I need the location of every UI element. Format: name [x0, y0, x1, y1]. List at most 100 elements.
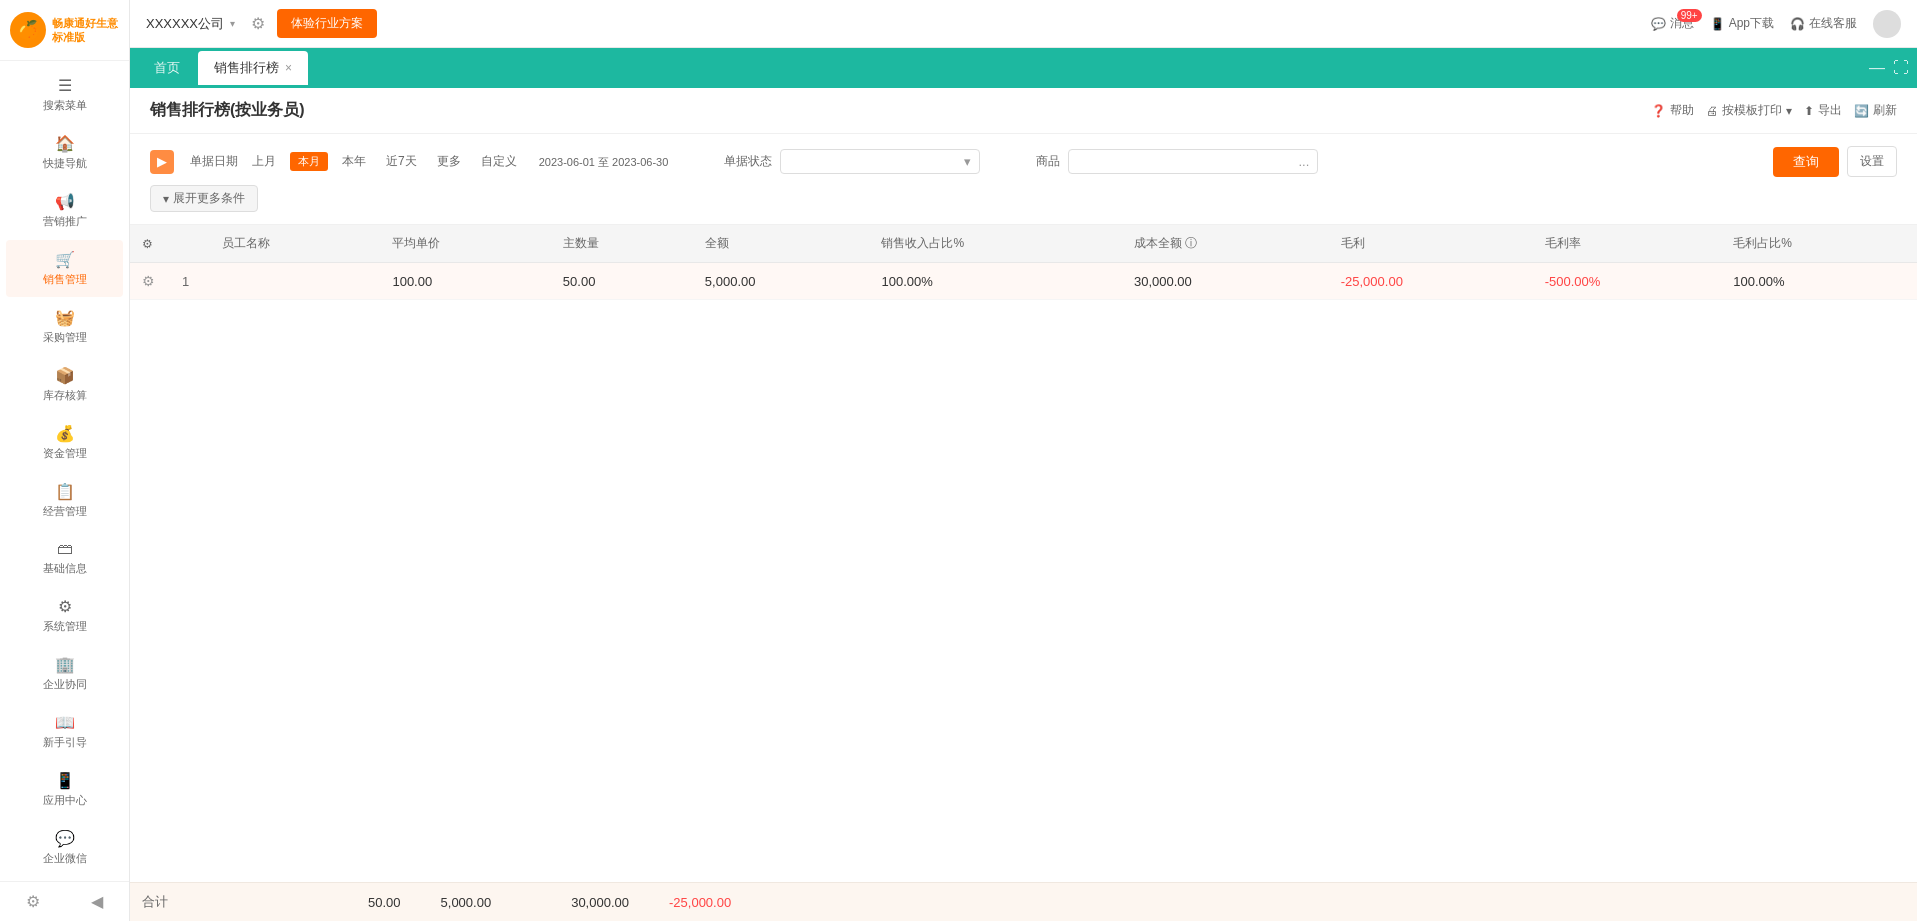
- tab-close-icon[interactable]: ×: [285, 61, 292, 75]
- table-header-row: ⚙ 员工名称 平均单价 主数量 全额 销售收入占比% 成本全额 ⓘ 毛利 毛利率…: [130, 225, 1917, 263]
- date-more[interactable]: 更多: [431, 151, 467, 172]
- content-area: 销售排行榜(按业务员) ❓ 帮助 🖨 按模板打印 ▾ ⬆ 导出 🔄 刷新: [130, 88, 1917, 921]
- date-last7[interactable]: 近7天: [380, 151, 423, 172]
- sidebar-label-operations: 经营管理: [43, 504, 87, 519]
- apps-icon: 📱: [55, 771, 75, 790]
- sidebar-item-marketing[interactable]: 📢 营销推广: [6, 182, 123, 239]
- trial-button[interactable]: 体验行业方案: [277, 9, 377, 38]
- col-name: 员工名称: [210, 225, 380, 263]
- expand-label: 展开更多条件: [173, 190, 245, 207]
- help-button[interactable]: ❓ 帮助: [1651, 102, 1694, 119]
- sidebar-item-apps[interactable]: 📱 应用中心: [6, 761, 123, 818]
- sidebar-item-system[interactable]: ⚙系统管理: [6, 587, 123, 644]
- row-rank: 1: [170, 263, 210, 300]
- col-total: 全额: [693, 225, 870, 263]
- company-selector[interactable]: XXXXXX公司 ▾: [146, 15, 235, 33]
- online-support-label: 在线客服: [1809, 15, 1857, 32]
- goods-input[interactable]: ...: [1068, 149, 1318, 174]
- tab-maximize-icon[interactable]: ⛶: [1893, 59, 1909, 77]
- expand-more-button[interactable]: ▾ 展开更多条件: [150, 185, 258, 212]
- sidebar-item-guide[interactable]: 📖新手引导: [6, 703, 123, 760]
- date-this-year[interactable]: 本年: [336, 151, 372, 172]
- table-footer: 合计 50.00 5,000.00 30,000.00 -25,000.00: [130, 882, 1917, 921]
- col-sales-pct: 销售收入占比%: [869, 225, 1122, 263]
- sidebar-label-guide: 新手引导: [43, 735, 87, 750]
- row-settings-icon[interactable]: ⚙: [142, 273, 155, 289]
- date-last-month[interactable]: 上月: [246, 151, 282, 172]
- tab-sales-ranking[interactable]: 销售排行榜 ×: [198, 51, 308, 85]
- row-avg-price: 100.00: [380, 263, 550, 300]
- export-button[interactable]: ⬆ 导出: [1804, 102, 1842, 119]
- settings-button[interactable]: 设置: [1847, 146, 1897, 177]
- phone-icon: 📱: [1710, 17, 1725, 31]
- export-icon: ⬆: [1804, 104, 1814, 118]
- sidebar-item-search[interactable]: ☰搜索菜单: [6, 66, 123, 123]
- sidebar-settings-icon[interactable]: ⚙: [26, 892, 40, 911]
- sidebar-item-finance[interactable]: 💰资金管理: [6, 414, 123, 471]
- table-row: ⚙ 1 100.00 50.00 5,000.00 100.00% 30,000…: [130, 263, 1917, 300]
- status-select[interactable]: ▾: [780, 149, 980, 174]
- user-avatar[interactable]: [1873, 10, 1901, 38]
- sidebar-label-marketing: 营销推广: [43, 214, 87, 229]
- goods-more-icon[interactable]: ...: [1299, 154, 1310, 169]
- notification-badge: 99+: [1677, 9, 1702, 22]
- page-title: 销售排行榜(按业务员): [150, 100, 305, 121]
- sidebar-item-sales[interactable]: 🛒销售管理: [6, 240, 123, 297]
- topbar-gear-icon[interactable]: ⚙: [251, 14, 265, 33]
- col-gross: 毛利: [1329, 225, 1533, 263]
- refresh-icon: 🔄: [1854, 104, 1869, 118]
- sidebar-collapse-icon[interactable]: ◀: [91, 892, 103, 911]
- purchase-icon: 🧺: [55, 308, 75, 327]
- row-total: 5,000.00: [693, 263, 870, 300]
- table-settings-icon[interactable]: ⚙: [142, 237, 153, 251]
- sidebar-label-quick-nav: 快捷导航: [43, 156, 87, 171]
- col-gross-pct: 毛利占比%: [1721, 225, 1917, 263]
- app-download-item[interactable]: 📱 App下载: [1710, 15, 1774, 32]
- filter-collapse-icon[interactable]: ▶: [150, 150, 174, 174]
- tab-home[interactable]: 首页: [138, 51, 196, 85]
- sidebar-item-quick-nav[interactable]: 🏠 快捷导航: [6, 124, 123, 181]
- notification-item[interactable]: 💬 消息 99+: [1651, 15, 1694, 32]
- wechat-icon: 💬: [55, 829, 75, 848]
- page-actions: ❓ 帮助 🖨 按模板打印 ▾ ⬆ 导出 🔄 刷新: [1651, 102, 1897, 119]
- date-label: 单据日期: [190, 153, 238, 170]
- refresh-button[interactable]: 🔄 刷新: [1854, 102, 1897, 119]
- col-cost: 成本全额 ⓘ: [1122, 225, 1329, 263]
- tab-minimize-icon[interactable]: —: [1869, 59, 1885, 77]
- sidebar-item-enterprise[interactable]: 🏢企业协同: [6, 645, 123, 702]
- topbar: XXXXXX公司 ▾ ⚙ 体验行业方案 💬 消息 99+ 📱 App下载 🎧 在…: [130, 0, 1917, 48]
- sidebar: 🍊 畅康通好生意 标准版 ☰搜索菜单 🏠 快捷导航 📢 营销推广 🛒销售管理🧺采购管理📦库…: [0, 0, 130, 921]
- footer-cost: 30,000.00: [571, 895, 629, 910]
- goods-filter: 商品 ...: [1036, 149, 1318, 174]
- print-chevron-icon: ▾: [1786, 104, 1792, 118]
- row-gross-rate: -500.00%: [1533, 263, 1722, 300]
- footer-main-qty: 50.00: [368, 895, 401, 910]
- tabbar-actions: — ⛶: [1869, 59, 1909, 77]
- sidebar-bottom: ⚙ ◀: [0, 881, 129, 921]
- enterprise-icon: 🏢: [55, 655, 75, 674]
- sidebar-item-purchase[interactable]: 🧺采购管理: [6, 298, 123, 355]
- sidebar-item-inventory[interactable]: 📦库存核算: [6, 356, 123, 413]
- marketing-icon: 📢: [55, 192, 75, 211]
- sales-ranking-tab-label: 销售排行榜: [214, 59, 279, 77]
- col-rank: [170, 225, 210, 263]
- row-main-qty: 50.00: [551, 263, 693, 300]
- sidebar-logo: 🍊 畅康通好生意 标准版: [0, 0, 129, 61]
- row-sales-pct: 100.00%: [869, 263, 1122, 300]
- date-current-month[interactable]: 本月: [290, 152, 328, 171]
- sidebar-label-basic: 基础信息: [43, 561, 87, 576]
- table-area: ⚙ 员工名称 平均单价 主数量 全额 销售收入占比% 成本全额 ⓘ 毛利 毛利率…: [130, 225, 1917, 921]
- footer-gross: -25,000.00: [669, 895, 731, 910]
- query-button[interactable]: 查询: [1773, 147, 1839, 177]
- sidebar-item-wechat[interactable]: 💬企业微信: [6, 819, 123, 876]
- system-icon: ⚙: [58, 597, 72, 616]
- quick-nav-icon: 🏠: [55, 134, 75, 153]
- print-button[interactable]: 🖨 按模板打印 ▾: [1706, 102, 1792, 119]
- row-settings: ⚙: [130, 263, 170, 300]
- sidebar-item-operations[interactable]: 📋经营管理: [6, 472, 123, 529]
- sidebar-item-basic[interactable]: 🗃基础信息: [6, 530, 123, 586]
- filter-bar: ▶ 单据日期 上月 本月 本年 近7天 更多 自定义 2023-06-01 至 …: [130, 134, 1917, 225]
- sidebar-label-apps: 应用中心: [43, 793, 87, 808]
- online-support-item[interactable]: 🎧 在线客服: [1790, 15, 1857, 32]
- date-custom[interactable]: 自定义: [475, 151, 523, 172]
